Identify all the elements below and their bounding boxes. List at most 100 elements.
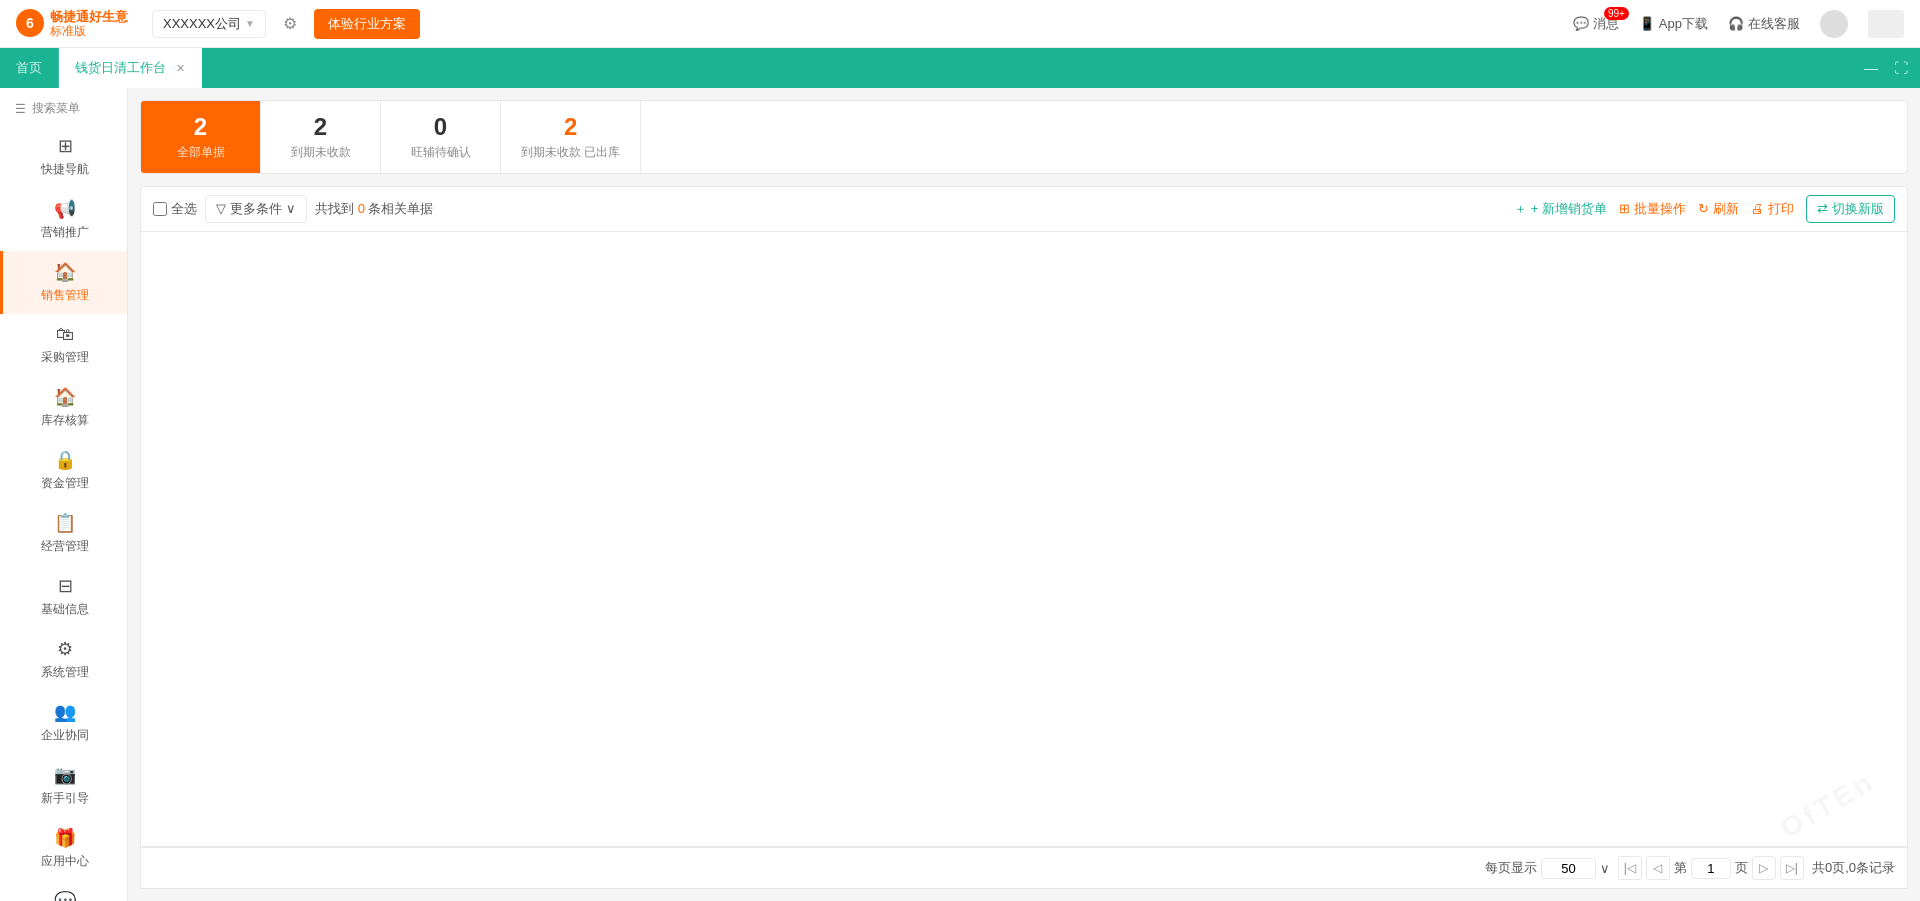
add-icon: ＋ xyxy=(1514,200,1527,218)
logo-area: 6 畅捷通好生意 标准版 xyxy=(16,9,144,39)
avatar[interactable] xyxy=(1820,10,1848,38)
tab-cash-work[interactable]: 钱货日清工作台 ✕ xyxy=(59,48,202,88)
content-area: 2 全部单据 2 到期未收款 0 旺辅待确认 2 到期未收款 已出库 全选 xyxy=(128,88,1920,901)
nav-tabs-right: — ⛶ xyxy=(1860,48,1920,88)
stats-tab-overdue-unshipped[interactable]: 2 到期未收款 已出库 xyxy=(501,101,641,173)
online-service-button[interactable]: 🎧 在线客服 xyxy=(1728,15,1800,33)
select-all-input[interactable] xyxy=(153,202,167,216)
finance-icon: 🔒 xyxy=(54,449,76,471)
message-icon: 💬 xyxy=(1573,16,1589,31)
sales-icon: 🏠 xyxy=(54,261,76,283)
sidebar-item-purchase-label: 采购管理 xyxy=(41,349,89,366)
switch-new-version-button[interactable]: ⇄ 切换新版 xyxy=(1806,195,1895,223)
gear-icon[interactable]: ⚙ xyxy=(274,8,306,40)
minimize-icon[interactable]: — xyxy=(1860,56,1882,80)
found-text: 共找到 0 条相关单据 xyxy=(315,200,433,218)
nav-tabs-bar: 首页 钱货日清工作台 ✕ — ⛶ xyxy=(0,48,1920,88)
filter-label: 更多条件 xyxy=(230,200,282,218)
guide-icon: 📷 xyxy=(54,764,76,786)
sidebar-item-purchase[interactable]: 🛍 采购管理 xyxy=(0,314,127,376)
stats-tab-overdue-unshipped-count: 2 xyxy=(521,113,620,142)
stats-tabs: 2 全部单据 2 到期未收款 0 旺辅待确认 2 到期未收款 已出库 xyxy=(140,100,1908,174)
wechat-icon: 💬 xyxy=(54,890,76,901)
sidebar-item-finance-label: 资金管理 xyxy=(41,475,89,492)
message-badge: 99+ xyxy=(1604,7,1629,20)
stats-tab-wangwang-count: 0 xyxy=(401,113,480,142)
prev-page-button[interactable]: ◁ xyxy=(1646,856,1670,880)
next-page-button[interactable]: ▷ xyxy=(1752,856,1776,880)
sidebar-item-wechat[interactable]: 💬 企业微信 xyxy=(0,880,127,901)
select-all-checkbox[interactable]: 全选 xyxy=(153,200,197,218)
page-size-input[interactable] xyxy=(1541,858,1596,879)
total-records: 共0页,0条记录 xyxy=(1812,859,1895,877)
sidebar-item-quick-nav[interactable]: ⊞ 快捷导航 xyxy=(0,125,127,188)
add-sale-order-label: + 新增销货单 xyxy=(1531,200,1607,218)
stats-tab-overdue-unpaid[interactable]: 2 到期未收款 xyxy=(261,101,381,173)
top-bar: 6 畅捷通好生意 标准版 XXXXXX公司 ▼ ⚙ 体验行业方案 💬 消息 99… xyxy=(0,0,1920,48)
online-service-label: 在线客服 xyxy=(1748,15,1800,33)
logo-text: 畅捷通好生意 标准版 xyxy=(50,9,128,39)
page-label: 第 xyxy=(1674,859,1687,877)
trial-button[interactable]: 体验行业方案 xyxy=(314,9,420,39)
sidebar-item-marketing[interactable]: 📢 营销推广 xyxy=(0,188,127,251)
sidebar-item-system-label: 系统管理 xyxy=(41,664,89,681)
stats-tab-all[interactable]: 2 全部单据 xyxy=(141,101,261,173)
sidebar-item-finance[interactable]: 🔒 资金管理 xyxy=(0,439,127,502)
tab-home[interactable]: 首页 xyxy=(0,48,59,88)
marketing-icon: 📢 xyxy=(54,198,76,220)
logo-icon: 6 xyxy=(16,9,44,37)
sidebar-item-guide[interactable]: 📷 新手引导 xyxy=(0,754,127,817)
tab-cash-work-label: 钱货日清工作台 xyxy=(75,59,166,77)
add-sale-order-button[interactable]: ＋ + 新增销货单 xyxy=(1514,200,1607,218)
sidebar-item-inventory-label: 库存核算 xyxy=(41,412,89,429)
download-icon: 📱 xyxy=(1639,16,1655,31)
pagination: 每页显示 ∨ |◁ ◁ 第 页 ▷ ▷| 共0页,0条记录 xyxy=(140,847,1908,889)
basic-info-icon: ⊟ xyxy=(58,575,73,597)
sidebar-item-sales[interactable]: 🏠 销售管理 xyxy=(0,251,127,314)
sidebar-item-basic-info[interactable]: ⊟ 基础信息 xyxy=(0,565,127,628)
stats-tab-overdue-unpaid-count: 2 xyxy=(281,113,360,142)
refresh-label: 刷新 xyxy=(1713,200,1739,218)
service-icon: 🎧 xyxy=(1728,16,1744,31)
first-page-button[interactable]: |◁ xyxy=(1618,856,1642,880)
filter-arrow-icon: ∨ xyxy=(286,201,296,216)
sidebar-item-enterprise[interactable]: 👥 企业协同 xyxy=(0,691,127,754)
table-area xyxy=(140,231,1908,847)
search-menu-item[interactable]: ☰ 搜索菜单 xyxy=(0,92,127,125)
refresh-button[interactable]: ↻ 刷新 xyxy=(1698,200,1739,218)
sidebar-item-operations[interactable]: 📋 经营管理 xyxy=(0,502,127,565)
stats-tab-wangwang-label: 旺辅待确认 xyxy=(401,144,480,161)
refresh-icon: ↻ xyxy=(1698,201,1709,216)
batch-operation-button[interactable]: ⊞ 批量操作 xyxy=(1619,200,1686,218)
sidebar-item-operations-label: 经营管理 xyxy=(41,538,89,555)
sidebar-item-app-center[interactable]: 🎁 应用中心 xyxy=(0,817,127,880)
last-page-button[interactable]: ▷| xyxy=(1780,856,1804,880)
search-menu-label: 搜索菜单 xyxy=(32,100,80,117)
enterprise-icon: 👥 xyxy=(54,701,76,723)
company-selector[interactable]: XXXXXX公司 ▼ xyxy=(152,10,266,38)
page-size-selector: 每页显示 ∨ xyxy=(1485,858,1610,879)
user-name-display xyxy=(1868,10,1904,38)
sidebar: ☰ 搜索菜单 ⊞ 快捷导航 📢 营销推广 🏠 销售管理 🛍 采购管理 🏠 库存核… xyxy=(0,88,128,901)
more-filters-button[interactable]: ▽ 更多条件 ∨ xyxy=(205,195,307,223)
close-icon[interactable]: ✕ xyxy=(176,62,185,75)
app-download-label: App下载 xyxy=(1659,15,1708,33)
app-download-button[interactable]: 📱 App下载 xyxy=(1639,15,1708,33)
stats-tab-overdue-unpaid-label: 到期未收款 xyxy=(281,144,360,161)
chevron-down-page-icon[interactable]: ∨ xyxy=(1600,861,1610,876)
sidebar-item-marketing-label: 营销推广 xyxy=(41,224,89,241)
sidebar-item-system[interactable]: ⚙ 系统管理 xyxy=(0,628,127,691)
batch-icon: ⊞ xyxy=(1619,201,1630,216)
print-label: 打印 xyxy=(1768,200,1794,218)
stats-tab-wangwang[interactable]: 0 旺辅待确认 xyxy=(381,101,501,173)
page-navigation: |◁ ◁ 第 页 ▷ ▷| xyxy=(1618,856,1804,880)
chevron-down-icon: ▼ xyxy=(245,18,255,29)
current-page-input[interactable] xyxy=(1691,858,1731,879)
expand-icon[interactable]: ⛶ xyxy=(1890,56,1912,80)
toolbar-left: 全选 ▽ 更多条件 ∨ 共找到 0 条相关单据 xyxy=(153,195,1506,223)
main-layout: ☰ 搜索菜单 ⊞ 快捷导航 📢 营销推广 🏠 销售管理 🛍 采购管理 🏠 库存核… xyxy=(0,88,1920,901)
sidebar-item-sales-label: 销售管理 xyxy=(41,287,89,304)
print-button[interactable]: 🖨 打印 xyxy=(1751,200,1794,218)
sidebar-item-inventory[interactable]: 🏠 库存核算 xyxy=(0,376,127,439)
message-button[interactable]: 💬 消息 99+ xyxy=(1573,15,1619,33)
